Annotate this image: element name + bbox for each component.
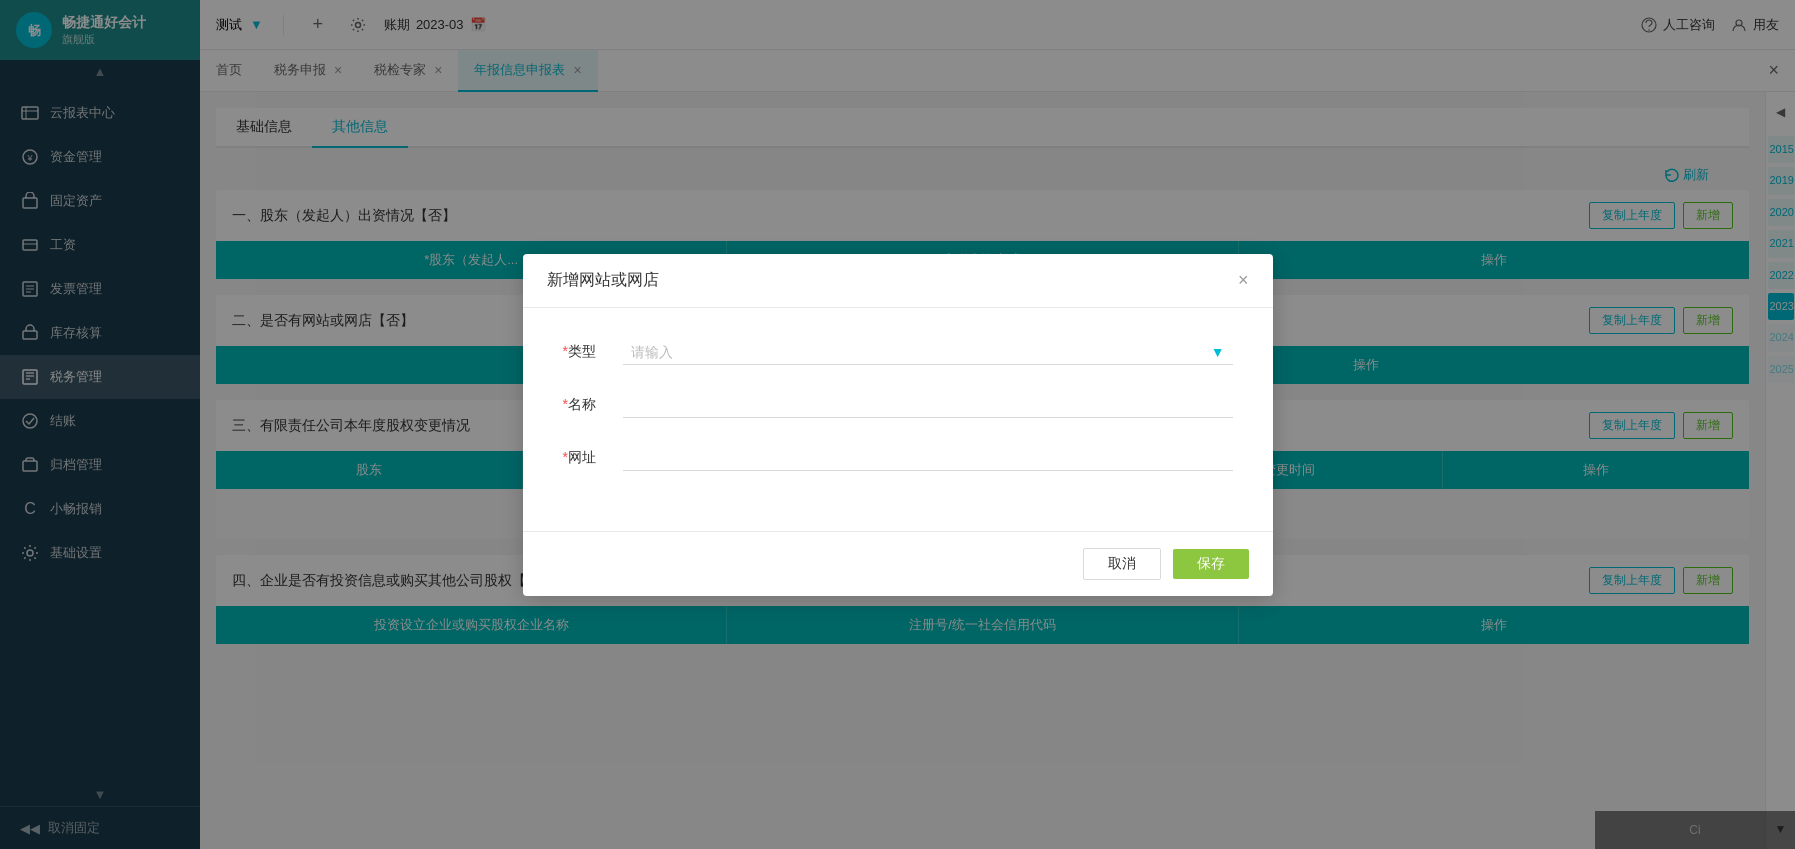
field-url-wrap xyxy=(623,446,1233,471)
add-website-dialog: 新增网站或网店 × *类型 ▼ *名称 xyxy=(523,254,1273,596)
dialog-overlay[interactable]: 新增网站或网店 × *类型 ▼ *名称 xyxy=(0,0,1795,849)
url-input[interactable] xyxy=(623,446,1233,470)
required-mark3: * xyxy=(563,449,568,465)
form-field-name: *名称 xyxy=(563,393,1233,418)
form-field-type: *类型 ▼ xyxy=(563,340,1233,365)
field-type-wrap: ▼ xyxy=(623,340,1233,365)
required-mark2: * xyxy=(563,396,568,412)
field-name-label: *名称 xyxy=(563,396,623,414)
dialog-footer: 取消 保存 xyxy=(523,531,1273,596)
dialog-body: *类型 ▼ *名称 *网址 xyxy=(523,308,1273,531)
dialog-header: 新增网站或网店 × xyxy=(523,254,1273,308)
dialog-close-button[interactable]: × xyxy=(1238,271,1249,289)
field-name-wrap xyxy=(623,393,1233,418)
name-input[interactable] xyxy=(623,393,1233,417)
cancel-button[interactable]: 取消 xyxy=(1083,548,1161,580)
type-input[interactable] xyxy=(623,340,1233,364)
save-button[interactable]: 保存 xyxy=(1173,549,1249,579)
form-field-url: *网址 xyxy=(563,446,1233,471)
field-url-label: *网址 xyxy=(563,449,623,467)
field-type-label: *类型 xyxy=(563,343,623,361)
required-mark: * xyxy=(563,343,568,359)
dialog-title: 新增网站或网店 xyxy=(547,270,659,291)
type-dropdown-arrow[interactable]: ▼ xyxy=(1211,344,1225,360)
